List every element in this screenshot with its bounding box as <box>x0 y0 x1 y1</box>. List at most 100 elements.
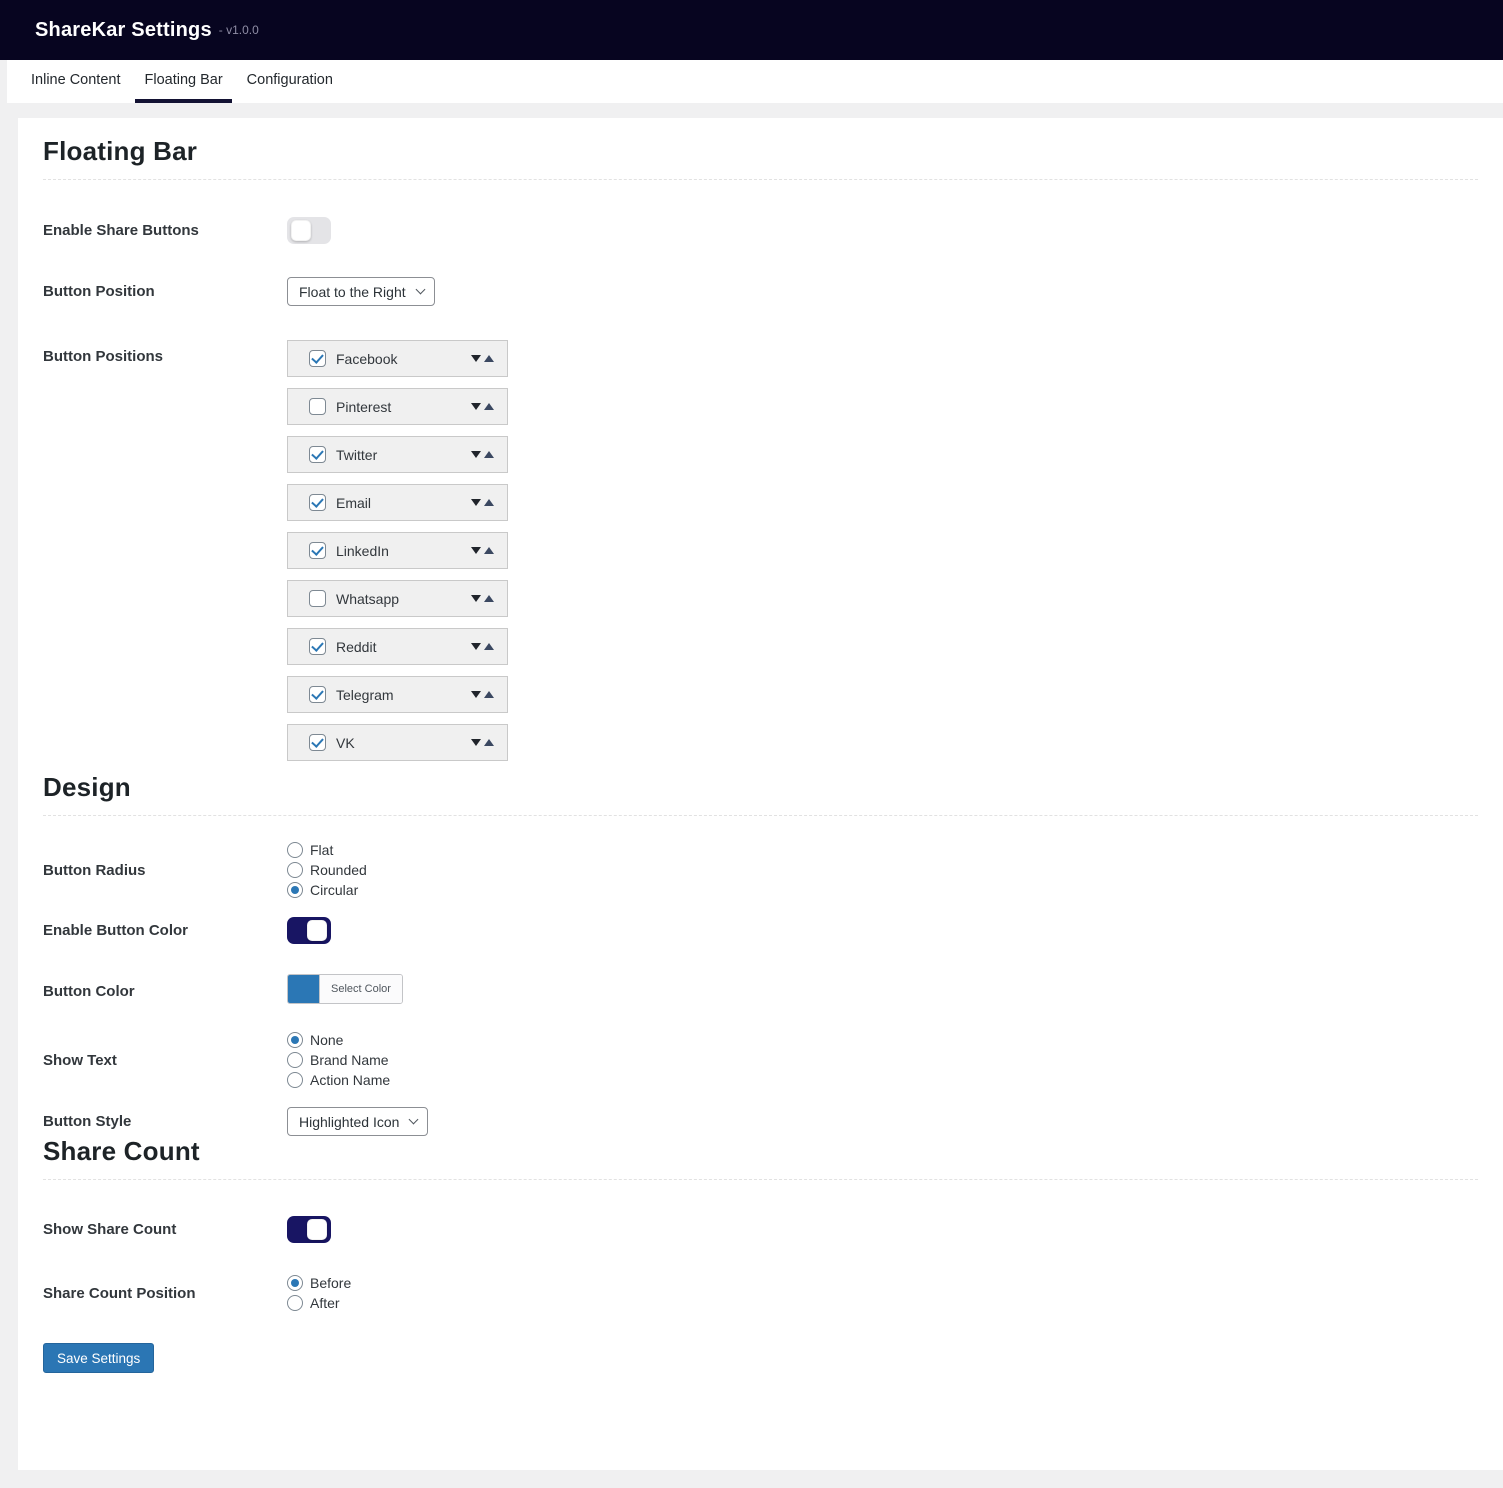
tab[interactable]: Configuration <box>238 60 342 103</box>
reorder-controls[interactable] <box>471 403 494 410</box>
radio-icon[interactable] <box>287 1275 303 1291</box>
tab[interactable]: Floating Bar <box>135 60 232 103</box>
radio-icon[interactable] <box>287 842 303 858</box>
show-text-label: Show Text <box>43 1051 117 1069</box>
section-divider <box>43 179 1478 180</box>
sort-down-icon[interactable] <box>471 451 481 458</box>
field-enable-button-color: Enable Button Color <box>43 917 1478 944</box>
enable-button-color-toggle[interactable] <box>287 917 331 944</box>
chevron-down-icon <box>408 1114 419 1125</box>
button-position-select[interactable]: Float to the Right <box>287 277 435 306</box>
radio-label: Action Name <box>310 1072 391 1088</box>
button-style-value: Highlighted Icon <box>299 1113 400 1130</box>
sort-up-icon[interactable] <box>484 691 494 698</box>
radio-option[interactable]: None <box>287 1030 1478 1050</box>
radio-label: Circular <box>310 882 359 898</box>
button-position-value: Float to the Right <box>299 283 406 300</box>
share-count-position-label: Share Count Position <box>43 1284 196 1302</box>
network-checkbox[interactable] <box>309 494 326 511</box>
enable-share-buttons-toggle[interactable] <box>287 217 331 244</box>
sort-down-icon[interactable] <box>471 643 481 650</box>
sort-up-icon[interactable] <box>484 595 494 602</box>
section-floating-bar: Floating Bar Enable Share Buttons Button… <box>43 136 1478 772</box>
sort-up-icon[interactable] <box>484 499 494 506</box>
select-color-button[interactable]: Select Color <box>319 975 402 1003</box>
sort-up-icon[interactable] <box>484 403 494 410</box>
plugin-header: ShareKar Settings - v1.0.0 <box>0 0 1503 60</box>
network-label: Facebook <box>336 350 398 367</box>
reorder-controls[interactable] <box>471 499 494 506</box>
radio-label: Brand Name <box>310 1052 389 1068</box>
network-row: Email <box>287 484 508 521</box>
button-color-picker[interactable]: Select Color <box>287 974 403 1004</box>
sort-down-icon[interactable] <box>471 739 481 746</box>
radio-option[interactable]: Brand Name <box>287 1050 1478 1070</box>
sort-up-icon[interactable] <box>484 739 494 746</box>
network-label: Reddit <box>336 638 377 655</box>
chevron-down-icon <box>415 284 426 295</box>
network-row: Telegram <box>287 676 508 713</box>
radio-option[interactable]: Rounded <box>287 860 1478 880</box>
section-design: Design Button Radius Flat Rounded Circul… <box>43 772 1478 1136</box>
reorder-controls[interactable] <box>471 739 494 746</box>
sort-down-icon[interactable] <box>471 403 481 410</box>
save-settings-button[interactable]: Save Settings <box>43 1343 155 1373</box>
reorder-controls[interactable] <box>471 595 494 602</box>
radio-icon[interactable] <box>287 882 303 898</box>
network-label: VK <box>336 734 355 751</box>
network-label: Telegram <box>336 686 394 703</box>
tab[interactable]: Inline Content <box>22 60 129 103</box>
field-share-count-position: Share Count Position Before After <box>43 1273 1478 1313</box>
network-label: Email <box>336 494 372 511</box>
radio-icon[interactable] <box>287 1295 303 1311</box>
show-share-count-toggle[interactable] <box>287 1216 331 1243</box>
floating-bar-heading: Floating Bar <box>43 136 198 166</box>
field-show-text: Show Text None Brand Name Action Name <box>43 1030 1478 1090</box>
reorder-controls[interactable] <box>471 451 494 458</box>
radio-icon[interactable] <box>287 1072 303 1088</box>
radio-option[interactable]: Flat <box>287 840 1478 860</box>
radio-option[interactable]: After <box>287 1293 1478 1313</box>
sort-up-icon[interactable] <box>484 547 494 554</box>
radio-label: After <box>310 1295 340 1311</box>
radio-icon[interactable] <box>287 1032 303 1048</box>
network-checkbox[interactable] <box>309 542 326 559</box>
network-checkbox[interactable] <box>309 638 326 655</box>
field-button-positions: Button Positions Facebook Pinterest Twit… <box>43 340 1478 772</box>
sort-down-icon[interactable] <box>471 595 481 602</box>
sort-down-icon[interactable] <box>471 691 481 698</box>
network-row: VK <box>287 724 508 761</box>
network-row: LinkedIn <box>287 532 508 569</box>
reorder-controls[interactable] <box>471 643 494 650</box>
radio-option[interactable]: Circular <box>287 880 1478 900</box>
network-list: Facebook Pinterest Twitter Email LinkedI… <box>287 340 508 772</box>
network-checkbox[interactable] <box>309 590 326 607</box>
design-heading: Design <box>43 772 131 802</box>
sort-up-icon[interactable] <box>484 355 494 362</box>
reorder-controls[interactable] <box>471 355 494 362</box>
reorder-controls[interactable] <box>471 547 494 554</box>
network-label: Whatsapp <box>336 590 400 607</box>
network-checkbox[interactable] <box>309 446 326 463</box>
page: ShareKar Settings - v1.0.0 Inline Conten… <box>0 0 1503 1470</box>
radio-option[interactable]: Action Name <box>287 1070 1478 1090</box>
color-swatch <box>288 975 319 1003</box>
radio-icon[interactable] <box>287 1052 303 1068</box>
sort-down-icon[interactable] <box>471 499 481 506</box>
network-checkbox[interactable] <box>309 734 326 751</box>
button-style-select[interactable]: Highlighted Icon <box>287 1107 429 1136</box>
network-label: LinkedIn <box>336 542 389 559</box>
sort-up-icon[interactable] <box>484 451 494 458</box>
sort-down-icon[interactable] <box>471 355 481 362</box>
network-checkbox[interactable] <box>309 350 326 367</box>
network-checkbox[interactable] <box>309 686 326 703</box>
reorder-controls[interactable] <box>471 691 494 698</box>
field-button-color: Button Color Select Color <box>43 974 1478 1008</box>
sort-down-icon[interactable] <box>471 547 481 554</box>
radio-option[interactable]: Before <box>287 1273 1478 1293</box>
button-color-label: Button Color <box>43 982 135 1000</box>
sort-up-icon[interactable] <box>484 643 494 650</box>
button-style-label: Button Style <box>43 1113 132 1130</box>
radio-icon[interactable] <box>287 862 303 878</box>
network-checkbox[interactable] <box>309 398 326 415</box>
